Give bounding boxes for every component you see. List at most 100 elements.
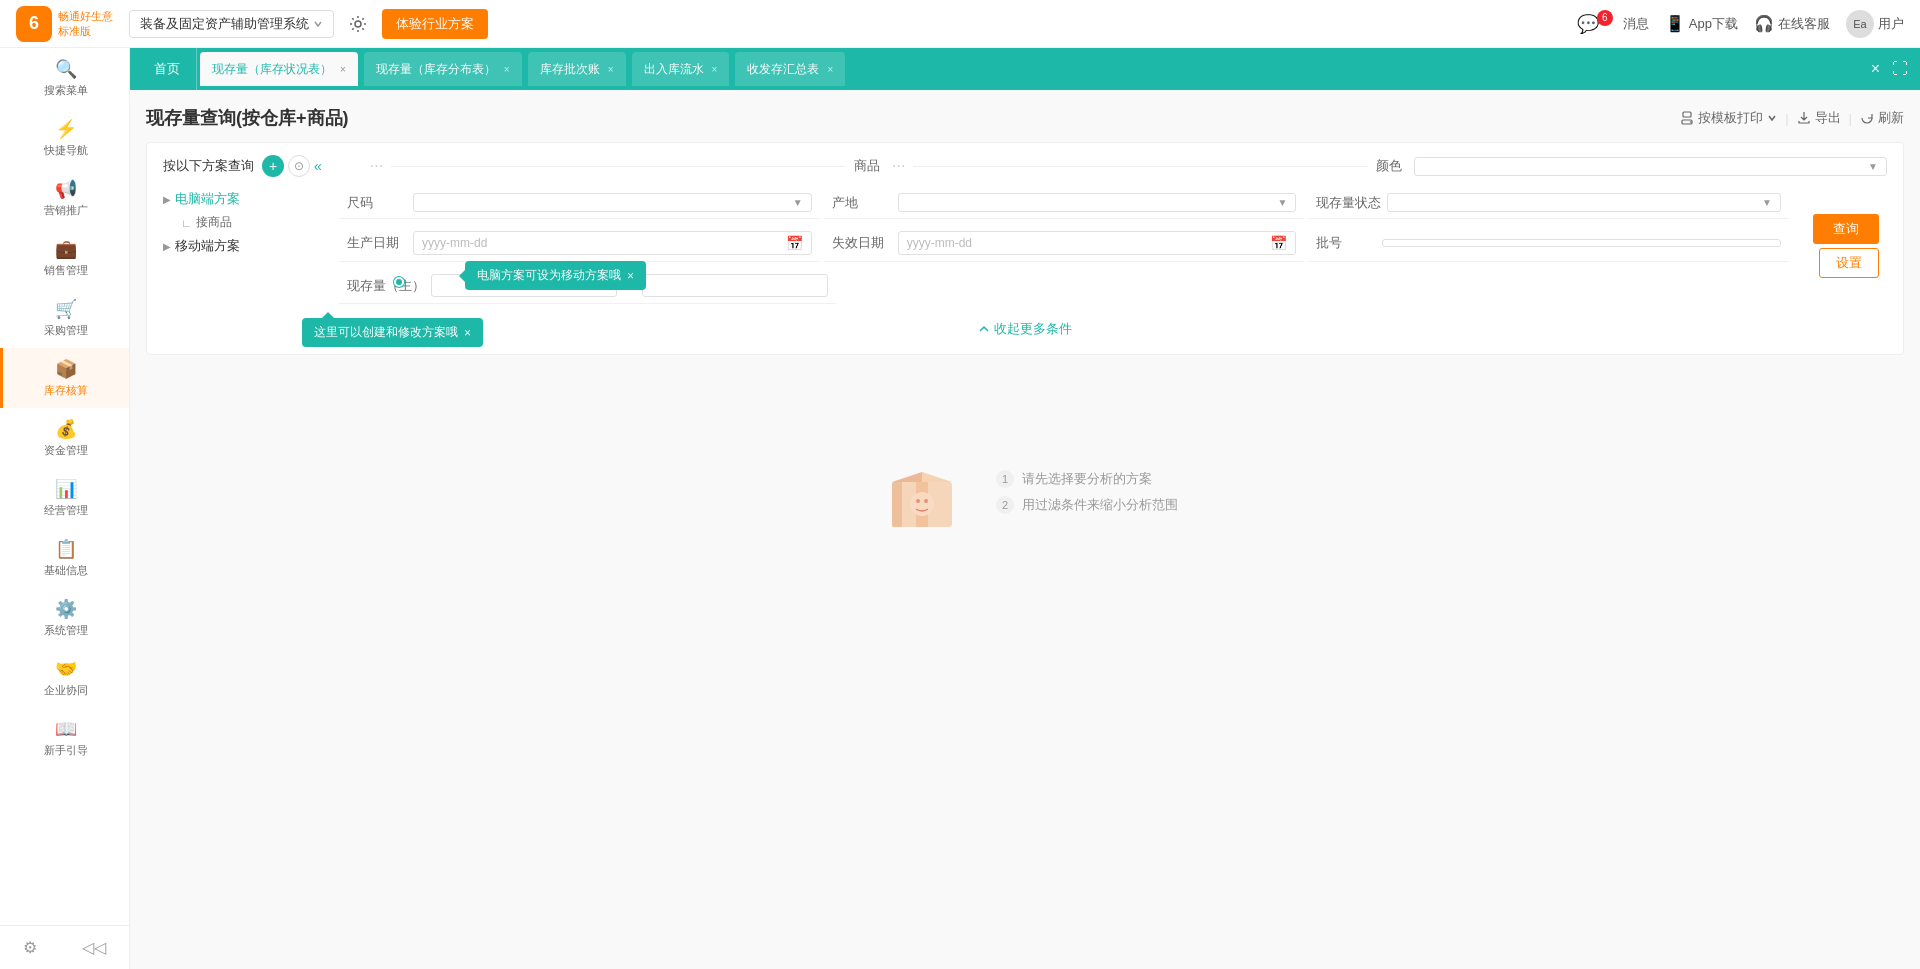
tooltip-pc-scheme: 电脑方案可设为移动方案哦 × bbox=[465, 261, 646, 290]
list-icon: 📋 bbox=[55, 538, 77, 560]
app-download-btn[interactable]: 📱 App下载 bbox=[1665, 14, 1738, 33]
filter-back-btn[interactable]: « bbox=[314, 158, 322, 174]
tab-fullscreen-btn[interactable]: ⛶ bbox=[1888, 58, 1912, 80]
exp-date-icon[interactable]: 📅 bbox=[1270, 235, 1287, 251]
sidebar-item-sales[interactable]: 💼 销售管理 bbox=[0, 228, 129, 288]
batch-cell: 批号 bbox=[1308, 225, 1789, 262]
svg-point-7 bbox=[910, 492, 934, 516]
briefcase-icon: 💼 bbox=[55, 238, 77, 260]
handshake-icon: 🤝 bbox=[55, 658, 77, 680]
export-btn[interactable]: 导出 bbox=[1797, 109, 1841, 127]
header-actions: 按模板打印 | 导出 | 刷新 bbox=[1680, 109, 1904, 127]
origin-select[interactable]: ▼ bbox=[898, 193, 1297, 212]
online-support-btn[interactable]: 🎧 在线客服 bbox=[1754, 14, 1830, 33]
print-btn[interactable]: 按模板打印 bbox=[1680, 109, 1777, 127]
stock-status-select[interactable]: ▼ bbox=[1387, 193, 1781, 212]
color-select-arrow: ▼ bbox=[1868, 161, 1878, 172]
lightning-icon: ⚡ bbox=[55, 118, 77, 140]
filter-card: 电脑方案可设为移动方案哦 × 这里可以创建和修改方案哦 × 按以下方案查询 + … bbox=[146, 142, 1904, 355]
sidebar-item-enterprise[interactable]: 🤝 企业协同 bbox=[0, 648, 129, 708]
scheme-mobile[interactable]: ▶ 移动端方案 bbox=[163, 234, 323, 258]
avatar: Ea bbox=[1846, 10, 1874, 38]
empty-step-1: 1 请先选择要分析的方案 bbox=[996, 470, 1178, 488]
scheme-pc-children: ∟ 接商品 bbox=[163, 211, 323, 234]
scheme-tree-panel: ▶ 电脑端方案 ∟ 接商品 ▶ 移动端方案 bbox=[163, 187, 323, 304]
sidebar-item-search[interactable]: 🔍 搜索菜单 bbox=[0, 48, 129, 108]
sidebar-item-quicknav[interactable]: ⚡ 快捷导航 bbox=[0, 108, 129, 168]
step-num-2: 2 bbox=[996, 496, 1014, 514]
mfg-date-input[interactable]: yyyy-mm-dd 📅 bbox=[413, 231, 812, 255]
empty-state: 1 请先选择要分析的方案 2 用过滤条件来缩小分析范围 bbox=[146, 367, 1904, 617]
tab-close-3[interactable]: × bbox=[712, 64, 718, 75]
svg-rect-5 bbox=[892, 482, 902, 527]
tab-home[interactable]: 首页 bbox=[138, 48, 197, 90]
sidebar-item-basic[interactable]: 📋 基础信息 bbox=[0, 528, 129, 588]
tab-inventory-dist[interactable]: 现存量（库存分布表） × bbox=[364, 52, 522, 86]
megaphone-icon: 📢 bbox=[55, 178, 77, 200]
mfg-date-label: 生产日期 bbox=[347, 234, 407, 252]
filter-main: ▶ 电脑端方案 ∟ 接商品 ▶ 移动端方案 bbox=[163, 187, 1887, 304]
sidebar-item-finance[interactable]: 💰 资金管理 bbox=[0, 408, 129, 468]
tab-close-4[interactable]: × bbox=[827, 64, 833, 75]
stock-main-label: 现存量（主） bbox=[347, 277, 425, 295]
sidebar: 🔍 搜索菜单 ⚡ 快捷导航 📢 营销推广 💼 销售管理 🛒 采购管理 bbox=[0, 48, 130, 969]
filter-copy-btn[interactable]: ⊙ bbox=[288, 155, 310, 177]
batch-input[interactable] bbox=[1382, 239, 1781, 247]
tab-right-actions: × ⛶ bbox=[1867, 58, 1912, 80]
sidebar-item-inventory[interactable]: 📦 库存核算 bbox=[0, 348, 129, 408]
user-menu[interactable]: Ea 用户 bbox=[1846, 10, 1904, 38]
tab-inout-flow[interactable]: 出入库流水 × bbox=[632, 52, 730, 86]
scheme-pc[interactable]: ▶ 电脑端方案 bbox=[163, 187, 323, 211]
mfg-date-icon[interactable]: 📅 bbox=[786, 235, 803, 251]
stock-max-input[interactable] bbox=[642, 274, 828, 297]
empty-illustration bbox=[872, 447, 972, 537]
sidebar-item-system[interactable]: ⚙️ 系统管理 bbox=[0, 588, 129, 648]
collapse-button[interactable]: 收起更多条件 bbox=[978, 320, 1072, 338]
filter-setting-button[interactable]: 设置 bbox=[1819, 248, 1879, 278]
system-selector[interactable]: 装备及固定资产辅助管理系统 bbox=[129, 10, 334, 38]
warehouse-dots[interactable]: ··· bbox=[370, 157, 383, 175]
sidebar-settings-btn[interactable]: ⚙ bbox=[15, 934, 45, 961]
product-dots[interactable]: ··· bbox=[892, 157, 905, 175]
page-title: 现存量查询(按仓库+商品) bbox=[146, 106, 349, 130]
svg-point-9 bbox=[924, 499, 928, 503]
gear-button[interactable] bbox=[342, 8, 374, 40]
refresh-btn[interactable]: 刷新 bbox=[1860, 109, 1904, 127]
book-icon: 📖 bbox=[55, 718, 77, 740]
main-area: 🔍 搜索菜单 ⚡ 快捷导航 📢 营销推广 💼 销售管理 🛒 采购管理 bbox=[0, 48, 1920, 969]
empty-step-2: 2 用过滤条件来缩小分析范围 bbox=[996, 496, 1178, 514]
size-select[interactable]: ▼ bbox=[413, 193, 812, 212]
tab-summary[interactable]: 收发存汇总表 × bbox=[735, 52, 845, 86]
tab-close-0[interactable]: × bbox=[340, 64, 346, 75]
logo-area: 6 畅通好生意 标准版 bbox=[16, 6, 113, 42]
color-select[interactable]: ▼ bbox=[1414, 157, 1887, 176]
step-num-1: 1 bbox=[996, 470, 1014, 488]
filter-add-btn[interactable]: + bbox=[262, 155, 284, 177]
exp-date-input[interactable]: yyyy-mm-dd 📅 bbox=[898, 231, 1297, 255]
industry-button[interactable]: 体验行业方案 bbox=[382, 9, 488, 39]
sidebar-item-marketing[interactable]: 📢 营销推广 bbox=[0, 168, 129, 228]
tab-batch-account[interactable]: 库存批次账 × bbox=[528, 52, 626, 86]
mfg-date-placeholder: yyyy-mm-dd bbox=[422, 236, 487, 250]
tab-close-1[interactable]: × bbox=[504, 64, 510, 75]
gear-icon: ⚙️ bbox=[55, 598, 77, 620]
pc-arrow: ▶ bbox=[163, 194, 171, 205]
size-label: 尺码 bbox=[347, 194, 407, 212]
sidebar-item-operations[interactable]: 📊 经营管理 bbox=[0, 468, 129, 528]
top-bar-right: 💬 6 消息 📱 App下载 🎧 在线客服 Ea 用户 bbox=[1577, 10, 1904, 38]
message-btn[interactable]: 💬 6 消息 bbox=[1577, 13, 1649, 35]
tab-close-2[interactable]: × bbox=[608, 64, 614, 75]
search-icon: 🔍 bbox=[55, 58, 77, 80]
tab-inventory-status[interactable]: 现存量（库存状况表） × bbox=[200, 52, 358, 86]
sidebar-collapse-btn[interactable]: ◁◁ bbox=[74, 934, 114, 961]
scheme-pc-child-0[interactable]: ∟ 接商品 bbox=[181, 211, 323, 234]
tooltip2-close[interactable]: × bbox=[464, 326, 471, 340]
sidebar-item-purchase[interactable]: 🛒 采购管理 bbox=[0, 288, 129, 348]
tab-close-all-btn[interactable]: × bbox=[1867, 58, 1884, 80]
tooltip1-close[interactable]: × bbox=[627, 269, 634, 283]
product-label: 商品 bbox=[854, 157, 884, 175]
sidebar-item-guide[interactable]: 📖 新手引导 bbox=[0, 708, 129, 768]
top-bar: 6 畅通好生意 标准版 装备及固定资产辅助管理系统 体验行业方案 💬 6 消息 bbox=[0, 0, 1920, 48]
mfg-date-cell: 生产日期 yyyy-mm-dd 📅 bbox=[339, 225, 820, 262]
search-button[interactable]: 查询 bbox=[1813, 214, 1879, 244]
